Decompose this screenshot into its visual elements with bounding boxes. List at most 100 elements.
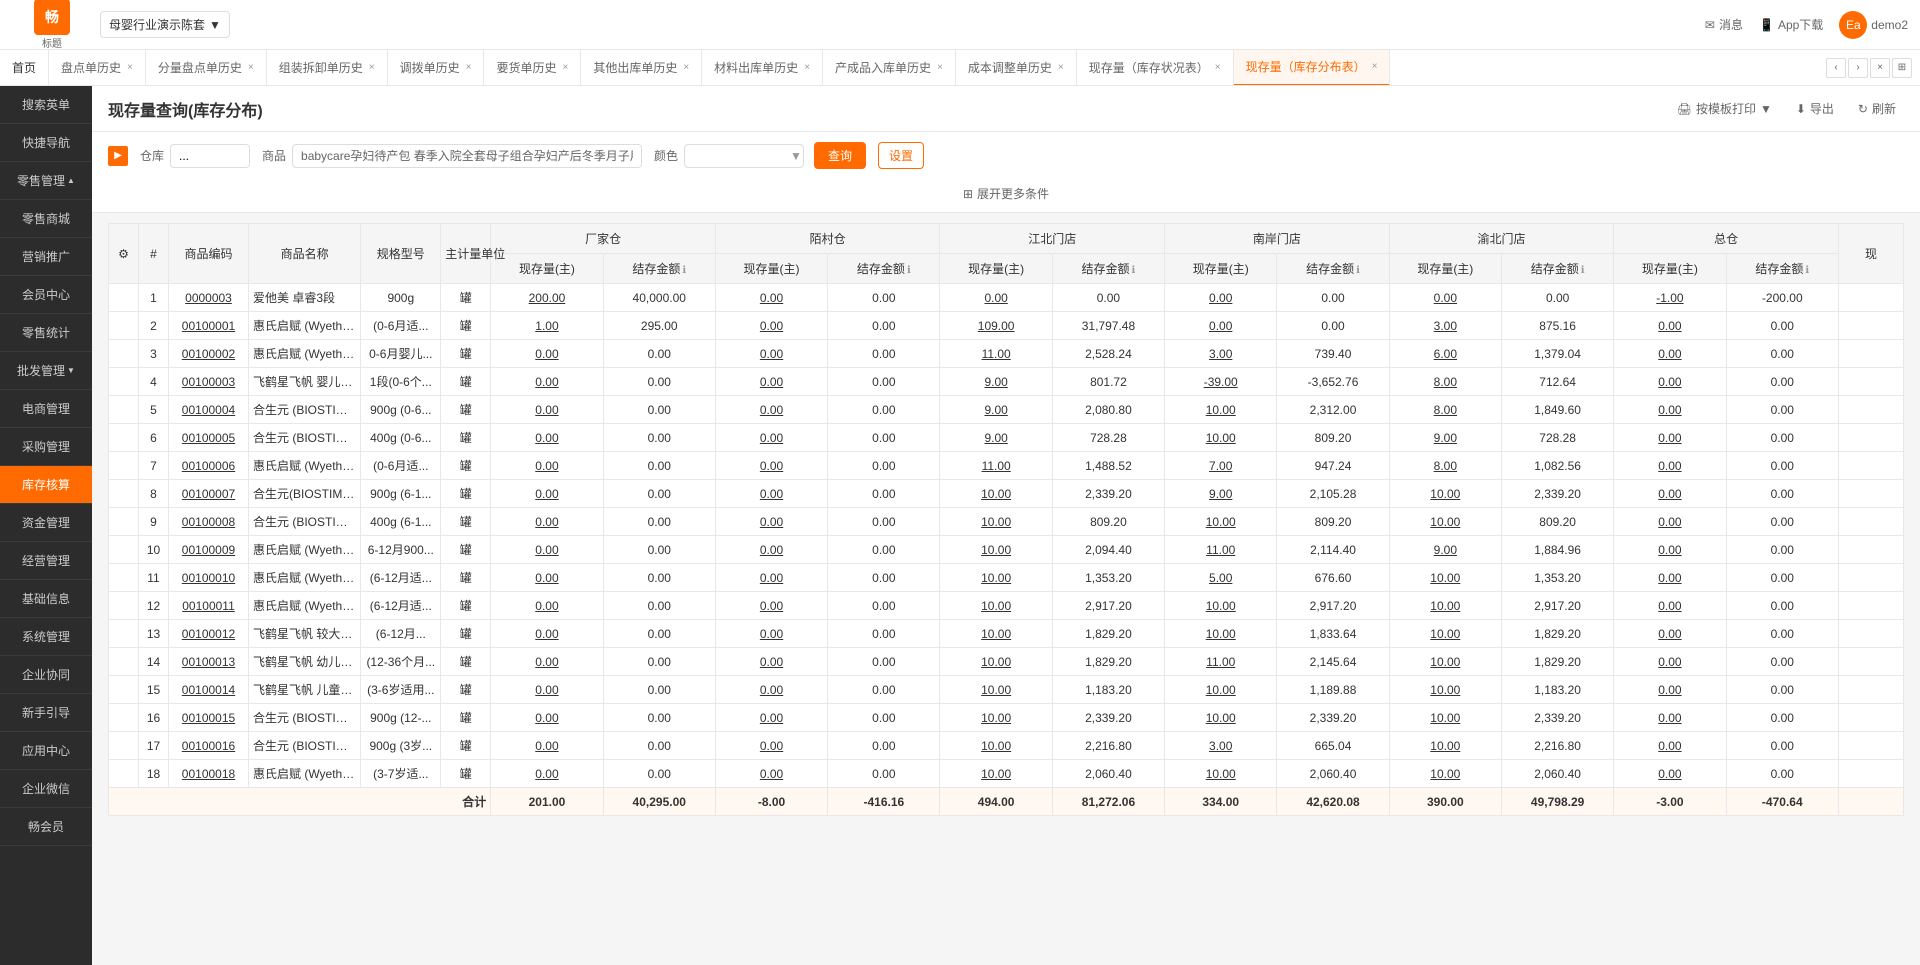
row-jb-qty[interactable]: 10.00 xyxy=(940,676,1052,704)
row-jb-qty[interactable]: 10.00 xyxy=(940,536,1052,564)
row-mc-qty[interactable]: 0.00 xyxy=(715,564,827,592)
row-jb-qty[interactable]: 10.00 xyxy=(940,620,1052,648)
row-yb-qty[interactable]: 10.00 xyxy=(1389,732,1501,760)
sidebar-item-operations[interactable]: 经营管理 xyxy=(0,542,92,580)
sidebar-item-finance[interactable]: 资金管理 xyxy=(0,504,92,542)
row-jb-qty[interactable]: 9.00 xyxy=(940,368,1052,396)
row-code[interactable]: 00100013 xyxy=(169,648,249,676)
row-yb-qty[interactable]: 6.00 xyxy=(1389,340,1501,368)
close-icon[interactable]: × xyxy=(1372,61,1378,72)
row-mc-qty[interactable]: 0.00 xyxy=(715,452,827,480)
expand-filter-button[interactable]: ⊞ 展开更多条件 xyxy=(963,185,1049,202)
row-na-qty[interactable]: 10.00 xyxy=(1165,592,1277,620)
row-code[interactable]: 00100018 xyxy=(169,760,249,788)
row-total-qty[interactable]: 0.00 xyxy=(1614,508,1726,536)
print-button[interactable]: 🖨 按模板打印 ▼ xyxy=(1669,96,1780,121)
row-yb-qty[interactable]: 10.00 xyxy=(1389,676,1501,704)
export-button[interactable]: ⬇ 导出 xyxy=(1788,96,1842,121)
sidebar-item-retail-stats[interactable]: 零售统计 xyxy=(0,314,92,352)
row-total-qty[interactable]: 0.00 xyxy=(1614,480,1726,508)
row-total-qty[interactable]: 0.00 xyxy=(1614,760,1726,788)
sidebar-item-members[interactable]: 畅会员 xyxy=(0,808,92,846)
row-jb-qty[interactable]: 10.00 xyxy=(940,564,1052,592)
close-icon[interactable]: × xyxy=(937,62,943,73)
row-code[interactable]: 00100014 xyxy=(169,676,249,704)
close-icon[interactable]: × xyxy=(683,62,689,73)
row-yb-qty[interactable]: 10.00 xyxy=(1389,648,1501,676)
message-button[interactable]: ✉ 消息 xyxy=(1705,16,1743,33)
row-na-qty[interactable]: 3.00 xyxy=(1165,732,1277,760)
sidebar-item-wechat[interactable]: 企业微信 xyxy=(0,770,92,808)
row-fc-qty[interactable]: 0.00 xyxy=(491,564,603,592)
sidebar-item-retail-mall[interactable]: 零售商城 xyxy=(0,200,92,238)
row-na-qty[interactable]: 10.00 xyxy=(1165,676,1277,704)
row-fc-qty[interactable]: 0.00 xyxy=(491,676,603,704)
row-fc-qty[interactable]: 0.00 xyxy=(491,760,603,788)
row-jb-qty[interactable]: 0.00 xyxy=(940,284,1052,312)
tab-home[interactable]: 首页 xyxy=(0,50,49,86)
sidebar-item-search[interactable]: 搜索英单 xyxy=(0,86,92,124)
row-na-qty[interactable]: 0.00 xyxy=(1165,284,1277,312)
row-total-qty[interactable]: 0.00 xyxy=(1614,536,1726,564)
close-icon[interactable]: × xyxy=(562,62,568,73)
tab-next-button[interactable]: › xyxy=(1848,58,1868,78)
row-mc-qty[interactable]: 0.00 xyxy=(715,732,827,760)
tab-material-out[interactable]: 材料出库单历史 × xyxy=(702,50,823,86)
row-mc-qty[interactable]: 0.00 xyxy=(715,312,827,340)
row-total-qty[interactable]: 0.00 xyxy=(1614,704,1726,732)
row-na-qty[interactable]: 3.00 xyxy=(1165,340,1277,368)
sidebar-item-wholesale[interactable]: 批发管理 ▼ xyxy=(0,352,92,390)
row-jb-qty[interactable]: 11.00 xyxy=(940,452,1052,480)
row-na-qty[interactable]: 10.00 xyxy=(1165,424,1277,452)
search-button[interactable]: 查询 xyxy=(814,142,866,169)
row-yb-qty[interactable]: 8.00 xyxy=(1389,396,1501,424)
row-total-qty[interactable]: 0.00 xyxy=(1614,676,1726,704)
tab-point-detail[interactable]: 分量盘点单历史 × xyxy=(146,50,267,86)
sidebar-item-enterprise[interactable]: 企业协同 xyxy=(0,656,92,694)
row-fc-qty[interactable]: 0.00 xyxy=(491,648,603,676)
app-download-button[interactable]: 📱 App下载 xyxy=(1759,16,1823,33)
row-fc-qty[interactable]: 0.00 xyxy=(491,480,603,508)
row-jb-qty[interactable]: 9.00 xyxy=(940,424,1052,452)
row-mc-qty[interactable]: 0.00 xyxy=(715,424,827,452)
row-total-qty[interactable]: 0.00 xyxy=(1614,312,1726,340)
row-mc-qty[interactable]: 0.00 xyxy=(715,620,827,648)
row-mc-qty[interactable]: 0.00 xyxy=(715,284,827,312)
row-mc-qty[interactable]: 0.00 xyxy=(715,648,827,676)
row-na-qty[interactable]: 9.00 xyxy=(1165,480,1277,508)
row-yb-qty[interactable]: 10.00 xyxy=(1389,620,1501,648)
row-jb-qty[interactable]: 10.00 xyxy=(940,648,1052,676)
row-total-qty[interactable]: 0.00 xyxy=(1614,564,1726,592)
filter-toggle-button[interactable]: ▶ xyxy=(108,146,128,166)
row-fc-qty[interactable]: 0.00 xyxy=(491,592,603,620)
row-na-qty[interactable]: 10.00 xyxy=(1165,508,1277,536)
row-fc-qty[interactable]: 0.00 xyxy=(491,732,603,760)
row-mc-qty[interactable]: 0.00 xyxy=(715,536,827,564)
row-na-qty[interactable]: 10.00 xyxy=(1165,704,1277,732)
row-na-qty[interactable]: 5.00 xyxy=(1165,564,1277,592)
user-area[interactable]: Ea demo2 xyxy=(1839,11,1908,39)
sidebar-item-retail[interactable]: 零售管理 ▲ xyxy=(0,162,92,200)
row-yb-qty[interactable]: 10.00 xyxy=(1389,760,1501,788)
row-na-qty[interactable]: -39.00 xyxy=(1165,368,1277,396)
row-yb-qty[interactable]: 10.00 xyxy=(1389,564,1501,592)
sidebar-item-marketing[interactable]: 营销推广 xyxy=(0,238,92,276)
row-code[interactable]: 00100003 xyxy=(169,368,249,396)
tab-stock-status[interactable]: 现存量（库存状况表） × xyxy=(1077,50,1234,86)
row-total-qty[interactable]: 0.00 xyxy=(1614,368,1726,396)
refresh-button[interactable]: ↻ 刷新 xyxy=(1850,96,1904,121)
close-icon[interactable]: × xyxy=(369,62,375,73)
row-total-qty[interactable]: 0.00 xyxy=(1614,732,1726,760)
row-total-qty[interactable]: 0.00 xyxy=(1614,424,1726,452)
product-input[interactable] xyxy=(292,144,642,168)
row-na-qty[interactable]: 0.00 xyxy=(1165,312,1277,340)
close-icon[interactable]: × xyxy=(1058,62,1064,73)
row-code[interactable]: 00100016 xyxy=(169,732,249,760)
row-yb-qty[interactable]: 3.00 xyxy=(1389,312,1501,340)
tab-stock-dist[interactable]: 现存量（库存分布表） × xyxy=(1234,50,1391,86)
row-jb-qty[interactable]: 11.00 xyxy=(940,340,1052,368)
row-code[interactable]: 00100006 xyxy=(169,452,249,480)
row-yb-qty[interactable]: 9.00 xyxy=(1389,536,1501,564)
tab-combine[interactable]: 组装拆卸单历史 × xyxy=(267,50,388,86)
row-yb-qty[interactable]: 10.00 xyxy=(1389,592,1501,620)
